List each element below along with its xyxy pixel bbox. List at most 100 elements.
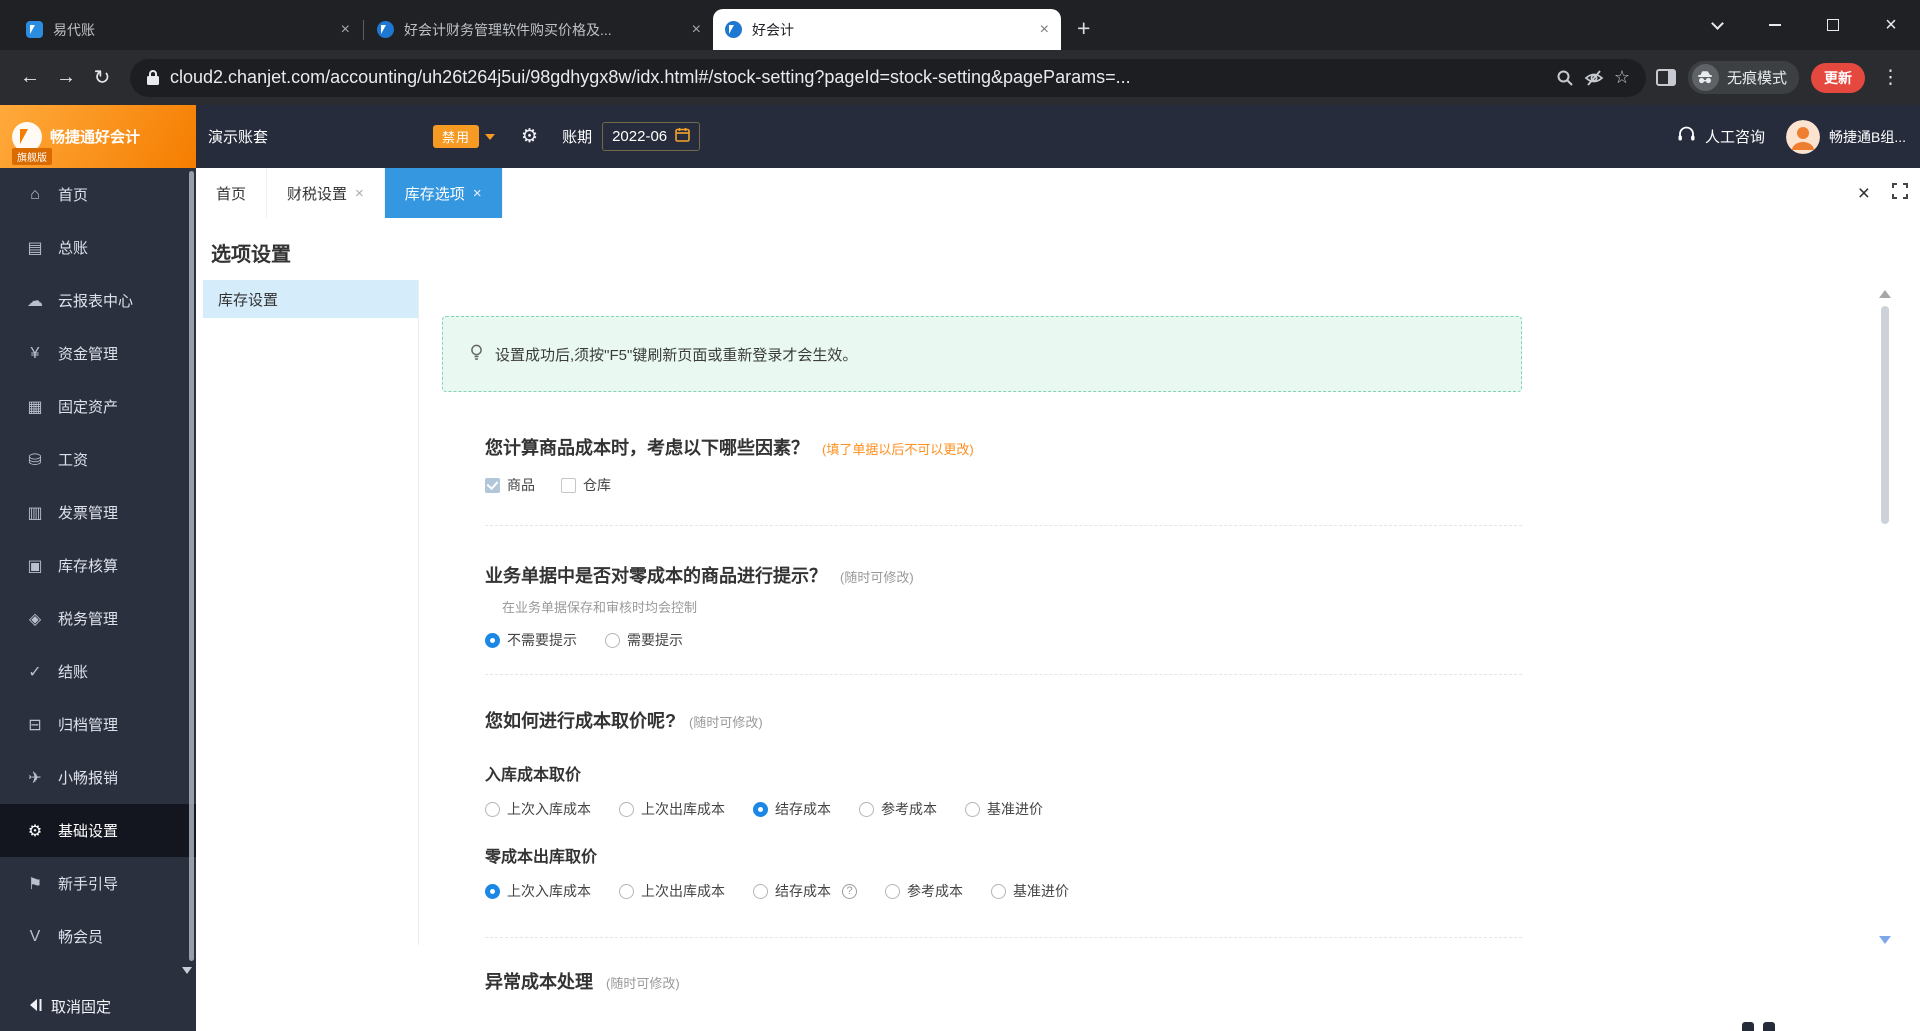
section-divider (485, 937, 1522, 938)
close-all-tabs-icon[interactable]: × (1858, 183, 1870, 204)
sidebar-item-inventory[interactable]: ▣ 库存核算 (0, 539, 196, 592)
radio-label: 基准进价 (987, 801, 1043, 817)
browser-tab-2[interactable]: 好会计财务管理软件购买价格及... × (365, 9, 713, 50)
sidebar-scroll-down-icon[interactable] (182, 967, 192, 979)
sidebar-item-general-ledger[interactable]: ▤ 总账 (0, 221, 196, 274)
collapse-pin-icon (28, 998, 43, 1016)
sidebar-item-fixed-assets[interactable]: ▦ 固定资产 (0, 380, 196, 433)
maximize-icon (1827, 19, 1839, 31)
support-link[interactable]: 人工咨询 (1705, 126, 1765, 147)
period-selector[interactable]: 2022-06 (602, 122, 701, 151)
address-bar[interactable]: cloud2.chanjet.com/accounting/uh26t264j5… (130, 58, 1646, 97)
sidebar-item-label: 税务管理 (58, 611, 119, 628)
money-icon: ¥ (30, 344, 40, 362)
tab-favicon (377, 21, 394, 38)
tab-close-icon[interactable]: × (473, 186, 482, 201)
eye-slash-icon[interactable] (1584, 69, 1604, 87)
browser-tab-1[interactable]: 易代账 × (14, 9, 362, 50)
sidebar-item-archive[interactable]: ⊟ 归档管理 (0, 698, 196, 751)
sidebar-scrollbar[interactable] (189, 171, 194, 961)
sidebar-item-beginner-guide[interactable]: ⚑ 新手引导 (0, 857, 196, 910)
user-name[interactable]: 畅捷通B组... (1829, 127, 1906, 147)
sidebar-item-tax[interactable]: ◈ 税务管理 (0, 592, 196, 645)
workspace-tab-bar: 首页 财税设置 × 库存选项 × × (196, 168, 1920, 218)
checkbox-goods[interactable]: 商品 (485, 475, 535, 495)
bookmark-star-icon[interactable]: ☆ (1614, 67, 1630, 88)
radio-label: 上次入库成本 (507, 883, 591, 899)
sidebar-item-cloud-reports[interactable]: ☁ 云报表中心 (0, 274, 196, 327)
unpin-sidebar-button[interactable]: 取消固定 (28, 996, 111, 1017)
radio-balance-cost[interactable]: 结存成本 (753, 799, 831, 819)
scrollbar-thumb[interactable] (1881, 306, 1889, 524)
scroll-up-icon[interactable] (1879, 284, 1891, 298)
radio-icon (991, 883, 1006, 899)
radio-base-price[interactable]: 基准进价 (965, 799, 1043, 819)
sidebar-item-closing[interactable]: ✓ 结账 (0, 645, 196, 698)
radio-last-inbound-cost[interactable]: 上次入库成本 (485, 799, 591, 819)
workspace-tab-label: 库存选项 (404, 185, 465, 203)
user-avatar[interactable] (1785, 119, 1820, 154)
radio-icon (753, 883, 768, 899)
radio-need-prompt[interactable]: 需要提示 (605, 630, 683, 650)
settings-subnav: 库存设置 (196, 280, 419, 945)
sidebar-item-membership[interactable]: V 畅会员 (0, 910, 196, 963)
radio-balance-cost[interactable]: 结存成本 ? (753, 881, 857, 901)
radio-last-inbound-cost[interactable]: 上次入库成本 (485, 881, 591, 901)
settings-gear-icon[interactable]: ⚙ (521, 125, 538, 148)
period-label: 账期 (562, 129, 593, 146)
help-icon[interactable]: ? (842, 883, 857, 899)
sidebar-item-invoices[interactable]: ▥ 发票管理 (0, 486, 196, 539)
section-note: (填了单据以后不可以更改) (822, 442, 974, 457)
tab-close-icon[interactable]: × (341, 21, 350, 38)
period-value: 2022-06 (612, 128, 668, 145)
radio-last-outbound-cost[interactable]: 上次出库成本 (619, 881, 725, 901)
tab-close-icon[interactable]: × (355, 186, 364, 201)
browser-tab-active[interactable]: 好会计 × (713, 9, 1061, 50)
radio-label: 参考成本 (907, 883, 963, 899)
tab-search-chevron-button[interactable] (1688, 0, 1746, 50)
coins-icon: ⛁ (28, 451, 42, 469)
forward-icon: → (56, 66, 76, 88)
browser-menu-icon[interactable]: ⋮ (1877, 66, 1904, 89)
browser-toolbar: ← → ↻ cloud2.chanjet.com/accounting/uh26… (0, 50, 1920, 105)
window-minimize-button[interactable] (1746, 0, 1804, 50)
sidebar-item-payroll[interactable]: ⛁ 工资 (0, 433, 196, 486)
window-maximize-button[interactable] (1804, 0, 1862, 50)
fullscreen-icon[interactable] (1892, 182, 1908, 204)
floating-dot[interactable] (1742, 1022, 1754, 1031)
sidebar-item-funds[interactable]: ¥ 资金管理 (0, 327, 196, 380)
checkbox-warehouse[interactable]: 仓库 (561, 475, 611, 495)
tab-favicon (26, 21, 43, 38)
radio-base-price[interactable]: 基准进价 (991, 881, 1069, 901)
subnav-item-stock-settings[interactable]: 库存设置 (203, 280, 418, 318)
workspace-tab-home[interactable]: 首页 (196, 168, 268, 218)
tab-close-icon[interactable]: × (1040, 21, 1049, 38)
account-dropdown-caret-icon[interactable] (485, 133, 496, 145)
browser-update-button[interactable]: 更新 (1811, 62, 1865, 93)
back-button[interactable]: ← (12, 60, 48, 96)
floating-widget[interactable] (1742, 1022, 1775, 1031)
scroll-down-icon[interactable] (1879, 936, 1891, 950)
content-scrollbar[interactable] (1878, 284, 1892, 950)
new-tab-button[interactable]: + (1077, 17, 1090, 40)
tab-separator (363, 20, 364, 40)
workspace-tab-stock-options[interactable]: 库存选项 × (384, 168, 503, 218)
section-hint: 在业务单据保存和审核时均会控制 (502, 600, 698, 615)
window-close-button[interactable]: × (1862, 0, 1920, 50)
sidebar-item-home[interactable]: ⌂ 首页 (0, 168, 196, 221)
radio-reference-cost[interactable]: 参考成本 (859, 799, 937, 819)
workspace-tab-tax-settings[interactable]: 财税设置 × (267, 168, 385, 218)
sidebar-item-basic-settings[interactable]: ⚙ 基础设置 (0, 804, 196, 857)
radio-no-prompt[interactable]: 不需要提示 (485, 630, 577, 650)
radio-last-outbound-cost[interactable]: 上次出库成本 (619, 799, 725, 819)
status-badge[interactable]: 禁用 (433, 125, 480, 148)
forward-button[interactable]: → (48, 60, 84, 96)
tab-close-icon[interactable]: × (692, 21, 701, 38)
reload-icon: ↻ (93, 67, 111, 89)
search-icon[interactable] (1556, 69, 1574, 87)
floating-dot[interactable] (1763, 1022, 1775, 1031)
reload-button[interactable]: ↻ (84, 60, 120, 96)
radio-reference-cost[interactable]: 参考成本 (885, 881, 963, 901)
sidebar-item-reimbursement[interactable]: ✈ 小畅报销 (0, 751, 196, 804)
side-panel-icon[interactable] (1655, 69, 1676, 86)
